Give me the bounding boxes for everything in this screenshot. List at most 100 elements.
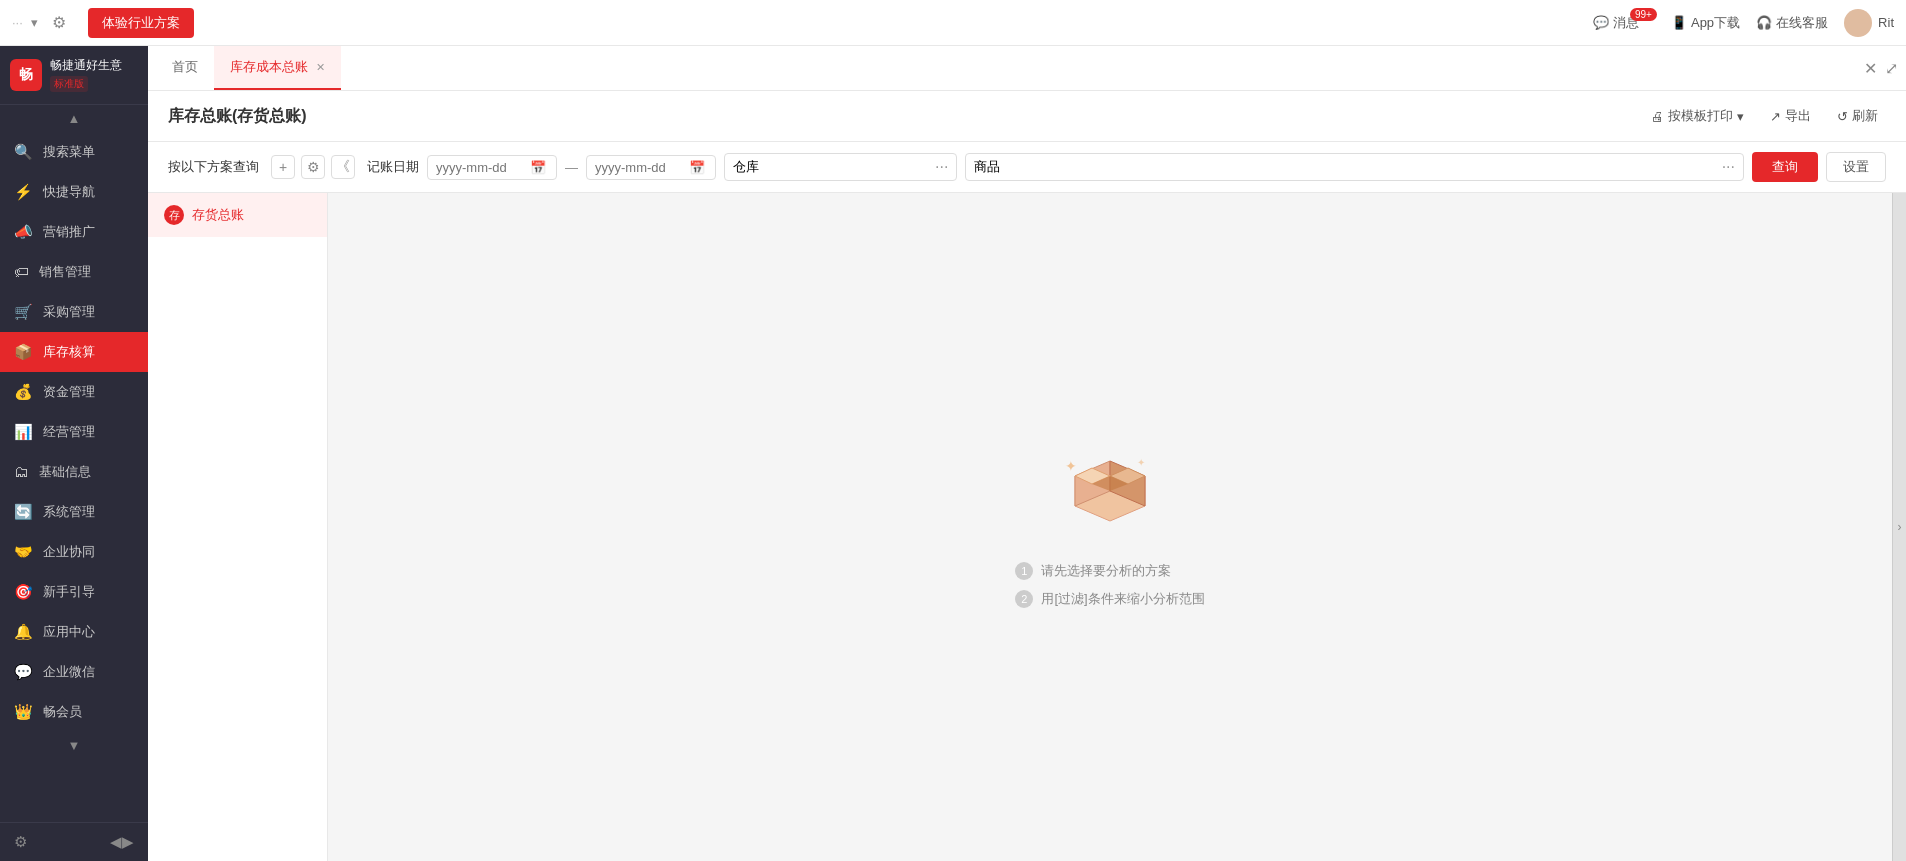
headset-icon: 🎧 [1756, 15, 1772, 30]
search-btn[interactable]: 查询 [1752, 152, 1818, 182]
sales-icon: 🏷 [14, 263, 29, 280]
tab-home[interactable]: 首页 [156, 46, 214, 90]
tip-text-1: 请先选择要分析的方案 [1041, 562, 1171, 580]
calendar-start-icon[interactable]: 📅 [530, 160, 546, 175]
sidebar-label-basic-info: 基础信息 [39, 463, 91, 481]
warehouse-field[interactable]: 仓库 ··· [724, 153, 957, 181]
body-area: 存 存货总账 [148, 193, 1906, 861]
date-separator: — [565, 160, 578, 175]
operations-icon: 📊 [14, 423, 33, 441]
sidebar-label-marketing: 营销推广 [43, 223, 95, 241]
member-icon: 👑 [14, 703, 33, 721]
svg-text:✦: ✦ [1065, 458, 1077, 474]
main-layout: 畅 畅捷通好生意 标准版 ▲ 🔍 搜索菜单 ⚡ 快捷导航 📣 营销推广 🏷 [0, 46, 1906, 861]
sidebar-item-search-menu[interactable]: 🔍 搜索菜单 [0, 132, 148, 172]
calendar-end-icon[interactable]: 📅 [689, 160, 705, 175]
sidebar-item-app-center[interactable]: 🔔 应用中心 [0, 612, 148, 652]
app-download-link[interactable]: 📱 App下载 [1671, 14, 1740, 32]
settings-bottom-icon[interactable]: ⚙ [14, 833, 27, 851]
sidebar-label-operations: 经营管理 [43, 423, 95, 441]
print-template-btn[interactable]: 🖨 按模板打印 ▾ [1643, 103, 1752, 129]
date-start-field[interactable]: 📅 [427, 155, 557, 180]
sidebar-scroll: ▲ 🔍 搜索菜单 ⚡ 快捷导航 📣 营销推广 🏷 销售管理 🛒 采购管理 [0, 105, 148, 822]
product-field[interactable]: 商品 ··· [965, 153, 1744, 181]
sidebar-item-member[interactable]: 👑 畅会员 [0, 692, 148, 732]
logo-text-area: 畅捷通好生意 标准版 [50, 58, 122, 92]
product-label: 商品 [974, 158, 1000, 176]
message-badge: 99+ [1630, 8, 1657, 21]
logo-version: 标准版 [50, 76, 88, 92]
sidebar-item-marketing[interactable]: 📣 营销推广 [0, 212, 148, 252]
online-service-link[interactable]: 🎧 在线客服 [1756, 14, 1828, 32]
sidebar-item-operations[interactable]: 📊 经营管理 [0, 412, 148, 452]
collapse-filter-btn[interactable]: 《 [331, 155, 355, 179]
panel-expand-icon[interactable]: ⤢ [1885, 59, 1898, 78]
sidebar-item-inventory[interactable]: 📦 库存核算 [0, 332, 148, 372]
sidebar-label-system: 系统管理 [43, 503, 95, 521]
page-content: 库存总账(存货总账) 🖨 按模板打印 ▾ ↗ 导出 ↺ 刷新 [148, 91, 1906, 861]
date-end-field[interactable]: 📅 [586, 155, 716, 180]
sidebar: 畅 畅捷通好生意 标准版 ▲ 🔍 搜索菜单 ⚡ 快捷导航 📣 营销推广 🏷 [0, 46, 148, 861]
sidebar-item-cooperation[interactable]: 🤝 企业协同 [0, 532, 148, 572]
warehouse-input[interactable] [763, 160, 931, 175]
empty-tips: 1 请先选择要分析的方案 2 用[过滤]条件来缩小分析范围 [1015, 562, 1204, 608]
date-start-input[interactable] [436, 160, 526, 175]
settings-btn[interactable]: 设置 [1826, 152, 1886, 182]
add-filter-btn[interactable]: + [271, 155, 295, 179]
collapse-icon[interactable]: ◀▶ [110, 833, 134, 851]
inventory-icon: 📦 [14, 343, 33, 361]
sidebar-label-cooperation: 企业协同 [43, 543, 95, 561]
empty-box-illustration: ✦ ✦ [1055, 446, 1165, 546]
sidebar-label-member: 畅会员 [43, 703, 82, 721]
user-name: Rit [1878, 15, 1894, 30]
refresh-btn[interactable]: ↺ 刷新 [1829, 103, 1886, 129]
tip-text-2: 用[过滤]条件来缩小分析范围 [1041, 590, 1204, 608]
sidebar-label-purchase: 采购管理 [43, 303, 95, 321]
sidebar-label-app-center: 应用中心 [43, 623, 95, 641]
industry-btn[interactable]: 体验行业方案 [88, 8, 194, 38]
tab-inventory-cost[interactable]: 库存成本总账 ✕ [214, 46, 341, 90]
chevron-down-icon[interactable]: ▾ [31, 15, 38, 30]
tip-num-2: 2 [1015, 590, 1033, 608]
logo-icon: 畅 [10, 59, 42, 91]
page-header: 库存总账(存货总账) 🖨 按模板打印 ▾ ↗ 导出 ↺ 刷新 [148, 91, 1906, 142]
filter-settings-btn[interactable]: ⚙ [301, 155, 325, 179]
settings-icon-btn[interactable]: ⚙ [46, 13, 72, 32]
sidebar-item-finance[interactable]: 💰 资金管理 [0, 372, 148, 412]
sidebar-item-new-guide[interactable]: 🎯 新手引导 [0, 572, 148, 612]
tab-inventory-cost-label: 库存成本总账 [230, 58, 308, 76]
date-end-input[interactable] [595, 160, 685, 175]
scheme-sidebar: 存 存货总账 [148, 193, 328, 861]
wechat-icon: 💬 [14, 663, 33, 681]
scroll-down-btn[interactable]: ▼ [0, 732, 148, 759]
user-area[interactable]: Rit [1844, 9, 1894, 37]
scroll-up-btn[interactable]: ▲ [0, 105, 148, 132]
product-more-btn[interactable]: ··· [1722, 158, 1735, 176]
top-bar-left: ··· ▾ ⚙ 体验行业方案 [12, 8, 194, 38]
sidebar-logo: 畅 畅捷通好生意 标准版 [0, 46, 148, 105]
sidebar-label-sales: 销售管理 [39, 263, 91, 281]
sidebar-item-sales[interactable]: 🏷 销售管理 [0, 252, 148, 292]
main-body: ✦ ✦ 1 请先选择要分析的方案 2 用[过滤]条件来缩小分析范围 [328, 193, 1892, 861]
product-input[interactable] [1004, 160, 1717, 175]
message-area[interactable]: 💬 消息 99+ [1593, 14, 1639, 32]
tab-close-icon[interactable]: ✕ [316, 61, 325, 74]
tab-home-label: 首页 [172, 58, 198, 76]
phone-icon: 📱 [1671, 15, 1687, 30]
sidebar-item-basic-info[interactable]: 🗂 基础信息 [0, 452, 148, 492]
sidebar-item-quick-nav[interactable]: ⚡ 快捷导航 [0, 172, 148, 212]
sidebar-label-quick-nav: 快捷导航 [43, 183, 95, 201]
sidebar-item-wechat[interactable]: 💬 企业微信 [0, 652, 148, 692]
top-bar: ··· ▾ ⚙ 体验行业方案 💬 消息 99+ 📱 App下载 🎧 在线客服 R… [0, 0, 1906, 46]
panel-close-icon[interactable]: ✕ [1864, 59, 1877, 78]
scheme-item-inventory-ledger[interactable]: 存 存货总账 [148, 193, 327, 237]
warehouse-more-btn[interactable]: ··· [935, 158, 948, 176]
right-panel-toggle[interactable]: › [1892, 193, 1906, 861]
export-btn[interactable]: ↗ 导出 [1762, 103, 1819, 129]
sidebar-item-system[interactable]: 🔄 系统管理 [0, 492, 148, 532]
sidebar-item-purchase[interactable]: 🛒 采购管理 [0, 292, 148, 332]
purchase-icon: 🛒 [14, 303, 33, 321]
sidebar-label-new-guide: 新手引导 [43, 583, 95, 601]
refresh-icon: ↺ [1837, 109, 1848, 124]
filter-bar: 按以下方案查询 + ⚙ 《 记账日期 📅 — 📅 [148, 142, 1906, 193]
